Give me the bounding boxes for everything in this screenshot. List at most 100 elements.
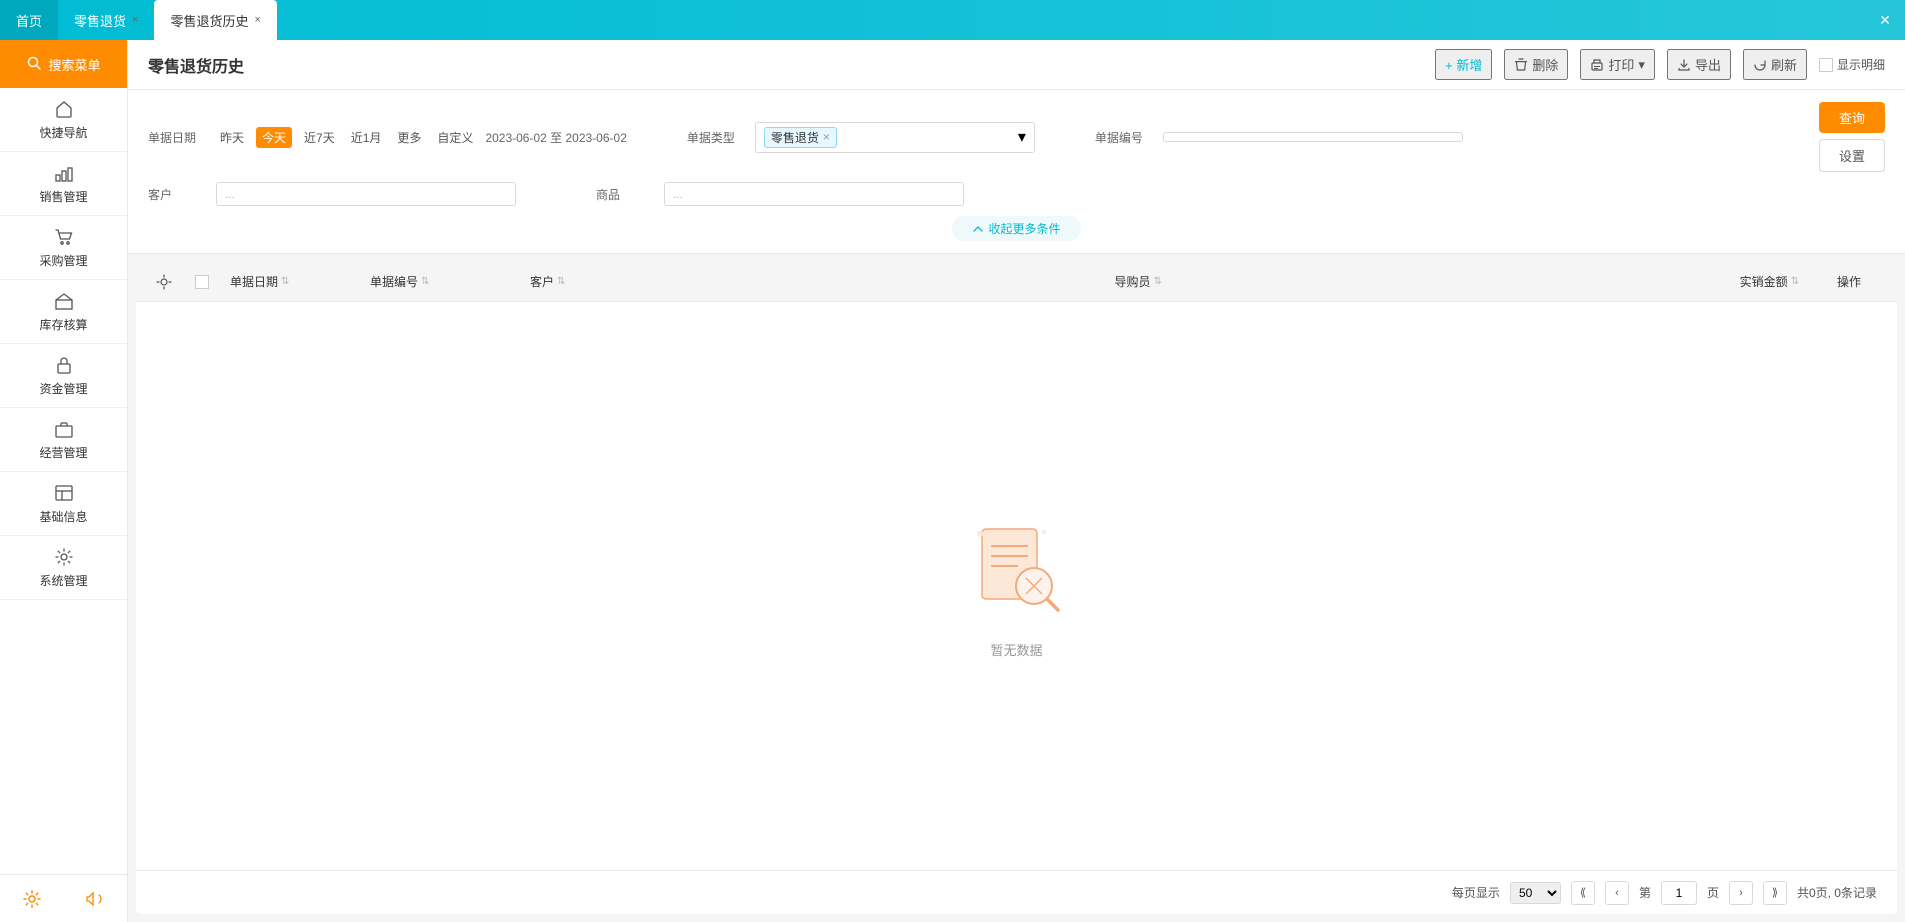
page-size-select[interactable]: 50 10 20 100 — [1510, 882, 1561, 904]
gear-button[interactable] — [14, 881, 50, 917]
briefcase-icon — [53, 418, 75, 440]
sidebar-item-inventory[interactable]: 库存核算 — [0, 280, 127, 344]
page-title: 零售退货历史 — [148, 53, 244, 77]
home-icon — [53, 98, 75, 120]
date-btn-7days[interactable]: 近7天 — [300, 127, 339, 148]
type-dropdown-icon: ▾ — [1018, 127, 1026, 147]
th-bill-no-label: 单据编号 — [370, 273, 418, 290]
settings-icon — [53, 546, 75, 568]
date-btn-1month[interactable]: 近1月 — [347, 127, 386, 148]
print-icon — [1590, 58, 1604, 72]
sidebar-item-operations-label: 经营管理 — [39, 444, 87, 461]
sidebar-item-system-mgmt-label: 系统管理 — [39, 572, 87, 589]
refresh-button[interactable]: 刷新 — [1743, 49, 1807, 80]
sidebar-item-basic-info[interactable]: 基础信息 — [0, 472, 127, 536]
settings-button[interactable]: 设置 — [1819, 139, 1885, 172]
volume-button[interactable] — [77, 881, 113, 917]
export-button[interactable]: 导出 — [1667, 49, 1731, 80]
warehouse-icon — [53, 290, 75, 312]
select-all-checkbox[interactable] — [195, 275, 209, 289]
tab-home[interactable]: 首页 — [0, 0, 58, 40]
date-btn-more[interactable]: 更多 — [393, 127, 425, 148]
search-icon — [26, 55, 42, 74]
date-filter-label: 单据日期 — [148, 129, 208, 146]
tab-retail-return[interactable]: 零售退货 × — [58, 0, 154, 40]
bill-no-filter-field: 单据编号 — [1095, 129, 1463, 146]
customer-input[interactable]: ... — [216, 182, 516, 206]
sidebar-search-label: 搜索菜单 — [48, 55, 100, 74]
export-icon — [1677, 58, 1691, 72]
th-settings[interactable] — [144, 274, 184, 290]
goods-placeholder: ... — [673, 187, 683, 201]
next-page-button[interactable]: › — [1729, 881, 1753, 905]
th-date[interactable]: 单据日期 ⇅ — [220, 273, 360, 290]
refresh-label: 刷新 — [1771, 55, 1797, 74]
last-page-button[interactable]: ⟫ — [1763, 881, 1787, 905]
sidebar-item-quick-nav-label: 快捷导航 — [39, 124, 87, 141]
first-page-button[interactable]: ⟪ — [1571, 881, 1595, 905]
collapse-icon — [972, 223, 984, 235]
page-size-label: 每页显示 — [1452, 884, 1500, 901]
collapse-button[interactable]: 收起更多条件 — [952, 216, 1080, 241]
empty-state: 暂无数据 — [136, 302, 1897, 870]
tab-retail-return-history[interactable]: 零售退货历史 × — [154, 0, 276, 40]
th-amount-sort: ⇅ — [1791, 276, 1799, 287]
tab-retail-return-close[interactable]: × — [132, 14, 138, 26]
date-btn-today[interactable]: 今天 — [256, 127, 292, 148]
tab-retail-return-history-label: 零售退货历史 — [170, 11, 248, 30]
type-selector[interactable]: 零售退货 × ▾ — [755, 122, 1035, 153]
show-detail-checkbox[interactable] — [1819, 58, 1833, 72]
collapse-row: 收起更多条件 — [148, 216, 1885, 241]
sidebar-item-purchase-mgmt[interactable]: 采购管理 — [0, 216, 127, 280]
query-button[interactable]: 查询 — [1819, 102, 1885, 133]
add-button[interactable]: + 新增 — [1435, 49, 1492, 80]
filter-row-1: 单据日期 昨天 今天 近7天 近1月 更多 自定义 2023-06-02 至 2… — [148, 102, 1885, 172]
sidebar-item-operations[interactable]: 经营管理 — [0, 408, 127, 472]
tab-home-label: 首页 — [16, 11, 42, 30]
refresh-icon — [1753, 58, 1767, 72]
tab-retail-return-history-close[interactable]: × — [254, 14, 260, 26]
sidebar-item-quick-nav[interactable]: 快捷导航 — [0, 88, 127, 152]
th-amount-label: 实销金额 — [1740, 273, 1788, 290]
prev-page-button[interactable]: ‹ — [1605, 881, 1629, 905]
sidebar: 搜索菜单 快捷导航 销售管理 采购管理 库存核算 — [0, 40, 128, 922]
th-amount[interactable]: 实销金额 ⇅ — [1689, 273, 1809, 290]
print-button[interactable]: 打印 ▾ — [1580, 49, 1655, 80]
customer-filter-field: 客户 ... — [148, 182, 516, 206]
filter-row-2: 客户 ... 商品 ... — [148, 182, 1885, 206]
lock-icon — [53, 354, 75, 376]
table-header: 单据日期 ⇅ 单据编号 ⇅ 客户 ⇅ 导购员 ⇅ 实销金额 ⇅ — [136, 262, 1897, 302]
content-area: 零售退货历史 + 新增 删除 打印 ▾ 导出 刷新 — [128, 40, 1905, 922]
delete-label: 删除 — [1532, 55, 1558, 74]
sidebar-item-inventory-label: 库存核算 — [39, 316, 87, 333]
page-number-input[interactable] — [1661, 881, 1697, 905]
delete-icon — [1514, 58, 1528, 72]
date-btn-custom[interactable]: 自定义 — [433, 127, 477, 148]
window-close-button[interactable]: × — [1865, 0, 1905, 40]
th-customer[interactable]: 客户 ⇅ — [520, 273, 1105, 290]
filter-area: 单据日期 昨天 今天 近7天 近1月 更多 自定义 2023-06-02 至 2… — [128, 90, 1905, 254]
empty-illustration — [962, 514, 1072, 624]
print-dropdown-icon: ▾ — [1638, 57, 1645, 73]
table-settings-icon — [156, 274, 172, 290]
bill-no-input[interactable] — [1163, 132, 1463, 142]
sidebar-item-finance[interactable]: 资金管理 — [0, 344, 127, 408]
th-bill-no[interactable]: 单据编号 ⇅ — [360, 273, 520, 290]
customer-placeholder: ... — [225, 187, 235, 201]
type-tag-remove[interactable]: × — [823, 130, 830, 144]
th-guide[interactable]: 导购员 ⇅ — [1105, 273, 1690, 290]
th-checkbox[interactable] — [184, 275, 220, 289]
date-btn-yesterday[interactable]: 昨天 — [216, 127, 248, 148]
type-tag: 零售退货 × — [764, 127, 837, 148]
empty-text: 暂无数据 — [990, 640, 1042, 659]
top-bar: 首页 零售退货 × 零售退货历史 × × — [0, 0, 1905, 40]
shopping-icon — [53, 226, 75, 248]
sidebar-item-sales-mgmt[interactable]: 销售管理 — [0, 152, 127, 216]
goods-input[interactable]: ... — [664, 182, 964, 206]
delete-button[interactable]: 删除 — [1504, 49, 1568, 80]
page-header: 零售退货历史 + 新增 删除 打印 ▾ 导出 刷新 — [128, 40, 1905, 90]
sidebar-item-system-mgmt[interactable]: 系统管理 — [0, 536, 127, 600]
sidebar-search[interactable]: 搜索菜单 — [0, 40, 127, 88]
sidebar-item-basic-info-label: 基础信息 — [39, 508, 87, 525]
th-ops: 操作 — [1809, 273, 1889, 290]
